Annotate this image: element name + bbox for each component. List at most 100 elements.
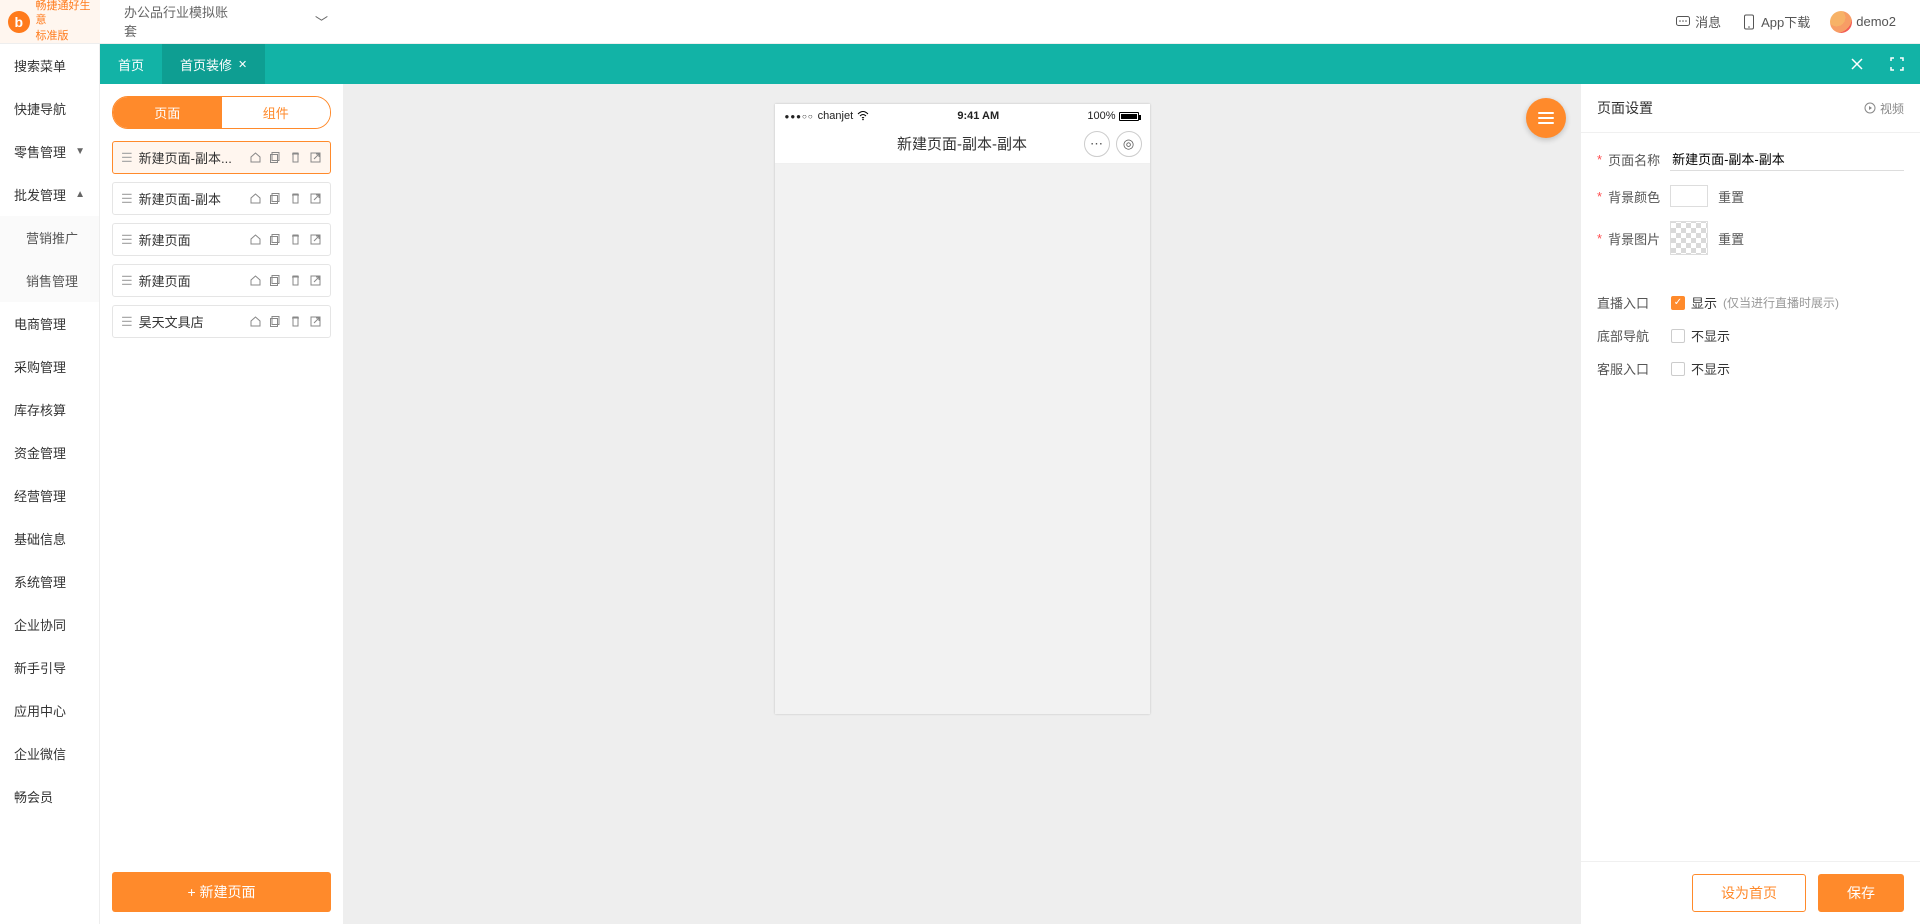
export-icon[interactable] xyxy=(308,233,322,246)
phone-body[interactable] xyxy=(775,164,1150,714)
account-selector[interactable]: 办公品行业模拟账套 ﹀ xyxy=(116,0,336,45)
export-icon[interactable] xyxy=(308,315,322,328)
miniprogram-more-icon: ⋯ xyxy=(1084,131,1110,157)
set-home-icon[interactable] xyxy=(248,233,262,246)
tab-close-icon[interactable]: ✕ xyxy=(238,58,247,71)
copy-icon[interactable] xyxy=(268,192,282,205)
sidenav-item[interactable]: 应用中心 xyxy=(0,689,99,732)
sidenav-item-label: 快捷导航 xyxy=(14,99,66,118)
tab-close-all-button[interactable] xyxy=(1844,51,1870,77)
sidenav-item[interactable]: 库存核算 xyxy=(0,388,99,431)
segment-pages-button[interactable]: 页面 xyxy=(113,97,222,128)
bgimg-reset-link[interactable]: 重置 xyxy=(1718,229,1744,248)
sidenav-item[interactable]: 经营管理 xyxy=(0,474,99,517)
sidenav-item[interactable]: 采购管理 xyxy=(0,345,99,388)
brand-name: 畅捷通好生意 xyxy=(36,0,101,26)
export-icon[interactable] xyxy=(308,151,322,164)
carrier-label: chanjet xyxy=(818,110,853,122)
sidenav-item-label: 销售管理 xyxy=(26,271,78,290)
page-list-item[interactable]: ☰新建页面 xyxy=(112,223,331,256)
page-list-item[interactable]: ☰昊天文具店 xyxy=(112,305,331,338)
sidenav-item-label: 搜索菜单 xyxy=(14,56,66,75)
bgcolor-swatch[interactable] xyxy=(1670,185,1708,207)
drag-handle-icon[interactable]: ☰ xyxy=(121,314,133,330)
sidenav-item[interactable]: 营销推广 xyxy=(0,216,99,259)
drag-handle-icon[interactable]: ☰ xyxy=(121,191,133,207)
bgcolor-reset-link[interactable]: 重置 xyxy=(1718,187,1744,206)
tab[interactable]: 首页 xyxy=(100,44,162,84)
set-home-icon[interactable] xyxy=(248,192,262,205)
live-entry-text: 显示 xyxy=(1691,293,1717,312)
chevron-down-icon: ﹀ xyxy=(315,12,328,31)
export-icon[interactable] xyxy=(308,274,322,287)
sidenav-item[interactable]: 系统管理 xyxy=(0,560,99,603)
page-list-panel: 页面 组件 ☰新建页面-副本... ☰新建页面-副本 ☰新建页面 ☰新建页面 ☰昊天文具… xyxy=(100,84,344,924)
segment-components-button[interactable]: 组件 xyxy=(222,97,331,128)
copy-icon[interactable] xyxy=(268,274,282,287)
page-list-item[interactable]: ☰新建页面-副本... xyxy=(112,141,331,174)
sidenav-item[interactable]: 批发管理 ▲ xyxy=(0,173,99,216)
drag-handle-icon[interactable]: ☰ xyxy=(121,150,133,166)
delete-icon[interactable] xyxy=(288,192,302,205)
delete-icon[interactable] xyxy=(288,274,302,287)
copy-icon[interactable] xyxy=(268,233,282,246)
copy-icon[interactable] xyxy=(268,315,282,328)
set-home-icon[interactable] xyxy=(248,151,262,164)
username-label: demo2 xyxy=(1856,14,1896,29)
sidenav-item[interactable]: 企业微信 xyxy=(0,732,99,775)
phone-title-text: 新建页面-副本-副本 xyxy=(897,133,1027,154)
page-name-input[interactable] xyxy=(1670,147,1904,171)
page-list-item[interactable]: ☰新建页面 xyxy=(112,264,331,297)
save-button[interactable]: 保存 xyxy=(1818,874,1904,912)
caret-up-icon: ▲ xyxy=(75,189,85,200)
phone-status-bar: chanjet 9:41 AM 100% xyxy=(775,104,1150,124)
sidenav-item-label: 批发管理 xyxy=(14,185,66,204)
delete-icon[interactable] xyxy=(288,151,302,164)
phone-icon xyxy=(1741,14,1757,30)
canvas-menu-fab[interactable] xyxy=(1526,98,1566,138)
user-menu[interactable]: demo2 xyxy=(1830,11,1896,33)
wifi-icon xyxy=(857,111,869,121)
sidenav-item-label: 采购管理 xyxy=(14,357,66,376)
live-entry-checkbox[interactable]: ✓ xyxy=(1671,296,1685,310)
sidenav-item[interactable]: 搜索菜单 xyxy=(0,44,99,87)
export-icon[interactable] xyxy=(308,192,322,205)
sidenav-item[interactable]: 快捷导航 xyxy=(0,87,99,130)
sidenav-item[interactable]: 零售管理▼ xyxy=(0,130,99,173)
sidenav-item[interactable]: 新手引导 xyxy=(0,646,99,689)
page-list-item[interactable]: ☰新建页面-副本 xyxy=(112,182,331,215)
app-download-label: App下载 xyxy=(1761,12,1810,31)
tab[interactable]: 首页装修✕ xyxy=(162,44,265,84)
new-page-button[interactable]: + 新建页面 xyxy=(112,872,331,912)
delete-icon[interactable] xyxy=(288,233,302,246)
fullscreen-button[interactable] xyxy=(1884,51,1910,77)
drag-handle-icon[interactable]: ☰ xyxy=(121,232,133,248)
set-home-icon[interactable] xyxy=(248,315,262,328)
sidenav-item-label: 系统管理 xyxy=(14,572,66,591)
bgimg-label: 背景图片 xyxy=(1608,229,1670,248)
drag-handle-icon[interactable]: ☰ xyxy=(121,273,133,289)
sidenav-item[interactable]: 企业协同 xyxy=(0,603,99,646)
set-home-button[interactable]: 设为首页 xyxy=(1692,874,1806,912)
settings-title: 页面设置 xyxy=(1597,98,1653,118)
copy-icon[interactable] xyxy=(268,151,282,164)
sidenav-item-label: 企业微信 xyxy=(14,744,66,763)
video-help-button[interactable]: 视频 xyxy=(1864,100,1904,117)
set-home-icon[interactable] xyxy=(248,274,262,287)
bottomnav-checkbox[interactable] xyxy=(1671,329,1685,343)
sidenav-item[interactable]: 资金管理 xyxy=(0,431,99,474)
bottomnav-text: 不显示 xyxy=(1691,326,1730,345)
sidenav-item[interactable]: 电商管理 xyxy=(0,302,99,345)
cs-entry-checkbox[interactable] xyxy=(1671,362,1685,376)
messages-label: 消息 xyxy=(1695,12,1721,31)
bgimg-swatch[interactable] xyxy=(1670,221,1708,255)
sidenav-item-label: 经营管理 xyxy=(14,486,66,505)
required-marker: * xyxy=(1597,231,1602,246)
delete-icon[interactable] xyxy=(288,315,302,328)
sidenav-item[interactable]: 畅会员 xyxy=(0,775,99,818)
messages-button[interactable]: 消息 xyxy=(1675,12,1721,31)
sidenav-item[interactable]: 销售管理 xyxy=(0,259,99,302)
app-download-button[interactable]: App下载 xyxy=(1741,12,1810,31)
phone-preview: chanjet 9:41 AM 100% xyxy=(775,104,1150,714)
sidenav-item[interactable]: 基础信息 xyxy=(0,517,99,560)
